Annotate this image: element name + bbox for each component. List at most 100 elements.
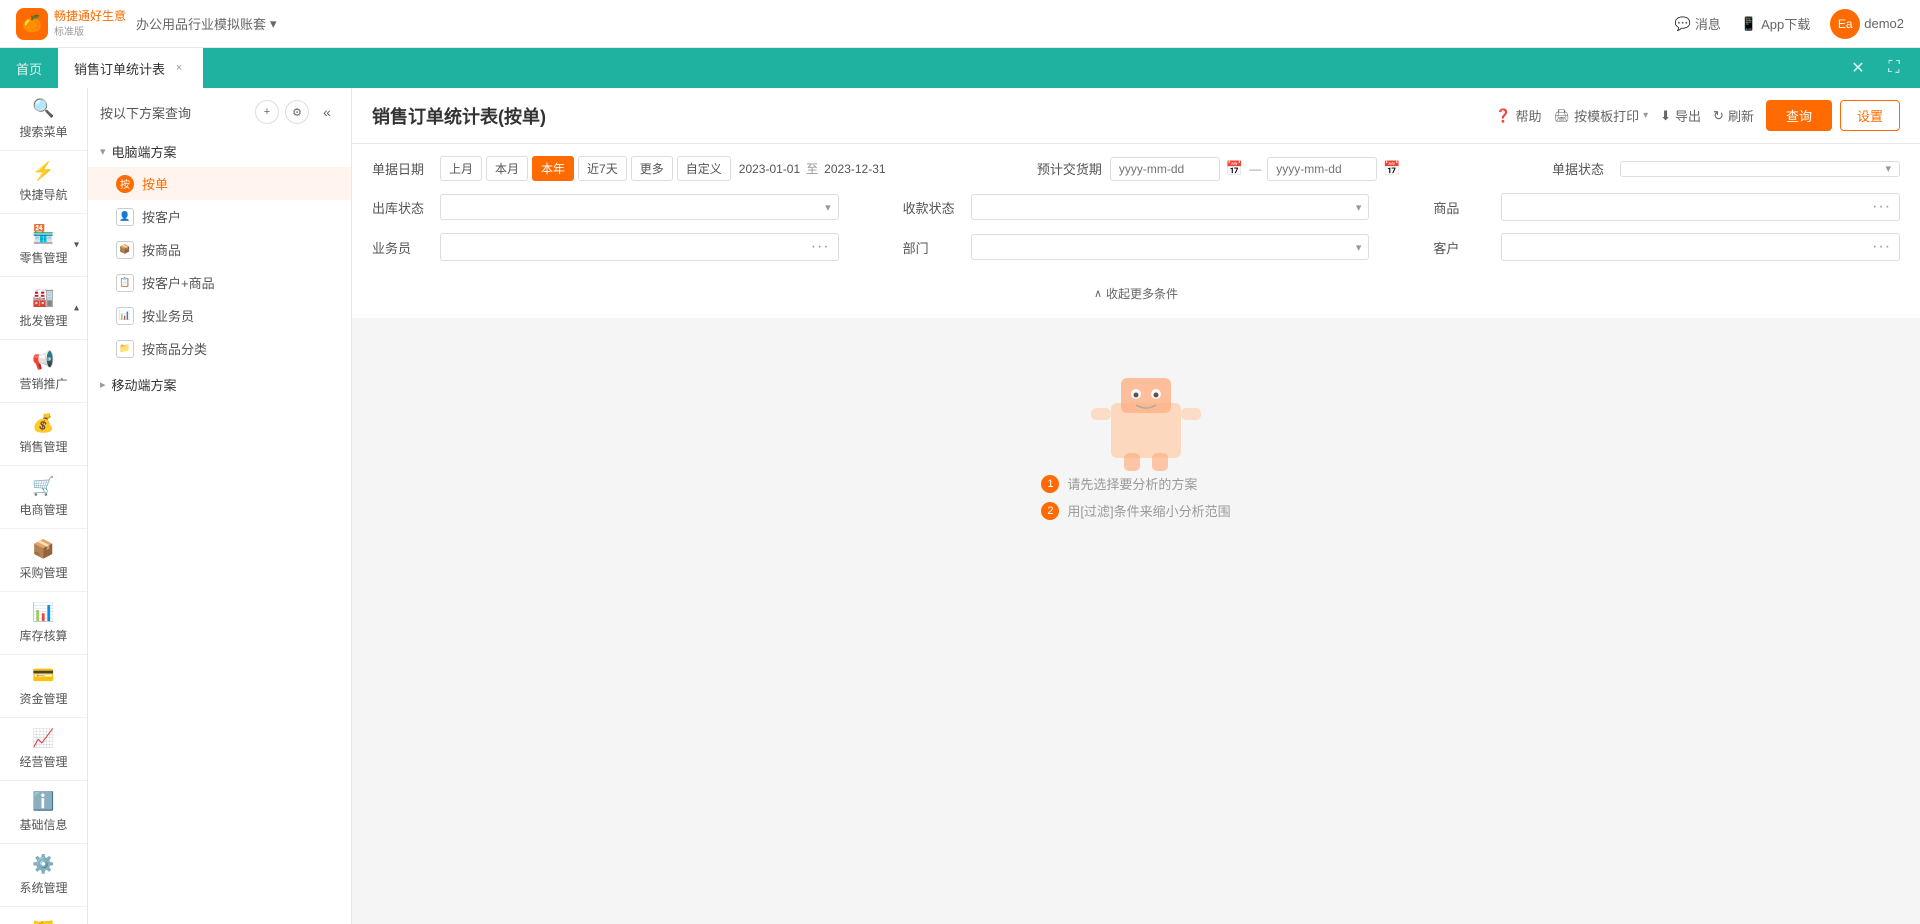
tab-sales-stats[interactable]: 销售订单统计表 × xyxy=(58,48,203,88)
calendar-to-icon[interactable]: 📅 xyxy=(1383,160,1400,177)
status-label: 单据状态 xyxy=(1552,159,1612,178)
export-btn[interactable]: ⬇ 导出 xyxy=(1660,106,1701,125)
ship-status-select[interactable] xyxy=(440,194,839,220)
sidebar-item-system[interactable]: ⚙️ 系统管理 xyxy=(0,844,87,907)
scheme-order[interactable]: 按 按单 xyxy=(88,167,351,200)
salesman-dots-icon[interactable]: ··· xyxy=(811,238,830,256)
sidebar-item-inventory[interactable]: 📊 库存核算 xyxy=(0,592,87,655)
retail-chevron-icon: ▾ xyxy=(74,240,79,251)
dept-label: 部门 xyxy=(903,238,963,257)
sidebar-item-quicknav[interactable]: ⚡ 快捷导航 xyxy=(0,151,87,214)
sidebar-operation-label: 经营管理 xyxy=(19,753,67,770)
sidebar-retail-label: 零售管理 xyxy=(19,249,67,266)
goods-dots-icon[interactable]: ··· xyxy=(1872,198,1891,216)
print-btn[interactable]: 🖨 按模板打印 ▾ xyxy=(1554,106,1649,125)
scheme-goods-label: 按商品 xyxy=(142,240,181,259)
sidebar-item-sales[interactable]: 💰 销售管理 xyxy=(0,403,87,466)
sidebar-item-finance[interactable]: 💳 资金管理 xyxy=(0,655,87,718)
content-scroll: 1 请先选择要分析的方案 2 用[过滤]条件来缩小分析范围 xyxy=(352,318,1920,924)
sidebar-system-label: 系统管理 xyxy=(19,879,67,896)
tab-minimize-btn[interactable]: ✕ xyxy=(1844,54,1872,82)
step-2-icon: 2 xyxy=(1041,502,1059,520)
filter-customer-block: 客户 ··· xyxy=(1433,233,1900,261)
user-menu[interactable]: Ea demo2 xyxy=(1830,9,1904,39)
enterprise-icon: 🤝 xyxy=(32,917,54,924)
scheme-goods-cat[interactable]: 📁 按商品分类 xyxy=(88,332,351,365)
mobile-scheme-header[interactable]: ▸ 移动端方案 xyxy=(88,369,351,400)
search-actions: 查询 设置 xyxy=(1766,100,1900,131)
sidebar-item-enterprise[interactable]: 🤝 企业协同 xyxy=(0,907,87,924)
filter-dept-block: 部门 ▾ xyxy=(903,234,1370,260)
sidebar-item-search[interactable]: 🔍 搜索菜单 xyxy=(0,88,87,151)
scheme-salesman-icon: 📊 xyxy=(116,307,134,325)
wholesale-icon: 🏭 xyxy=(32,287,54,308)
date-shortcuts: 上月 本月 本年 近7天 更多 自定义 xyxy=(440,156,731,181)
mobile-scheme-label: 移动端方案 xyxy=(112,375,177,394)
desktop-scheme-header[interactable]: ▾ 电脑端方案 xyxy=(88,136,351,167)
sidebar-item-operation[interactable]: 📈 经营管理 xyxy=(0,718,87,781)
search-btn[interactable]: 查询 xyxy=(1766,100,1832,131)
quicknav-icon: ⚡ xyxy=(32,161,54,182)
retail-icon: 🏪 xyxy=(32,224,54,245)
this-month-btn[interactable]: 本月 xyxy=(486,156,528,181)
print-chevron-icon: ▾ xyxy=(1643,110,1648,121)
app-download-btn[interactable]: 📱 App下载 xyxy=(1741,14,1810,33)
last7-btn[interactable]: 近7天 xyxy=(578,156,627,181)
scheme-goods[interactable]: 📦 按商品 xyxy=(88,233,351,266)
scheme-salesman[interactable]: 📊 按业务员 xyxy=(88,299,351,332)
status-chevron-icon: ▾ xyxy=(1885,162,1891,175)
scheme-order-icon: 按 xyxy=(116,175,134,193)
panel-collapse-btn[interactable]: « xyxy=(315,100,339,124)
settings-btn[interactable]: 设置 xyxy=(1840,100,1900,131)
sidebar-item-marketing[interactable]: 📢 营销推广 xyxy=(0,340,87,403)
custom-date-btn[interactable]: 自定义 xyxy=(677,156,731,181)
panel-add-btn[interactable]: + xyxy=(255,100,279,124)
mobile-scheme-group: ▸ 移动端方案 xyxy=(88,369,351,400)
empty-state: 1 请先选择要分析的方案 2 用[过滤]条件来缩小分析范围 xyxy=(352,318,1920,560)
expected-date-to-input[interactable] xyxy=(1267,157,1377,181)
tab-close-btn[interactable]: × xyxy=(171,60,187,76)
panel-header: 按以下方案查询 + ⚙ « xyxy=(88,100,351,132)
scheme-customer[interactable]: 👤 按客户 xyxy=(88,200,351,233)
pay-status-select[interactable] xyxy=(971,194,1370,220)
panel-header-icons: + ⚙ « xyxy=(255,100,339,124)
system-icon: ⚙️ xyxy=(32,854,54,875)
page-title: 销售订单统计表(按单) xyxy=(372,103,546,129)
refresh-btn[interactable]: ↻ 刷新 xyxy=(1713,106,1754,125)
customer-label: 客户 xyxy=(1433,238,1493,257)
workspace-selector[interactable]: 办公用品行业模拟账套 ▾ xyxy=(136,14,277,33)
tab-maximize-btn[interactable]: ⛶ xyxy=(1880,54,1908,82)
help-btn[interactable]: ❓ 帮助 xyxy=(1495,106,1541,125)
page-title-row: 销售订单统计表(按单) ❓ 帮助 🖨 按模板打印 ▾ ⬇ xyxy=(372,100,1900,131)
collapse-more-btn[interactable]: ∧ 收起更多条件 xyxy=(1086,277,1186,310)
sidebar-item-ecommerce[interactable]: 🛒 电商管理 xyxy=(0,466,87,529)
logo-text-wrap: 畅捷通好生意 标准版 xyxy=(54,9,126,38)
dept-select[interactable] xyxy=(971,234,1370,260)
message-btn[interactable]: 💬 消息 xyxy=(1675,14,1721,33)
sidebar-item-basic[interactable]: ℹ️ 基础信息 xyxy=(0,781,87,844)
scheme-cust-goods[interactable]: 📋 按客户+商品 xyxy=(88,266,351,299)
filter-row-1: 单据日期 上月 本月 本年 近7天 更多 自定义 2023-01-01 至 xyxy=(372,156,1900,181)
logo-title: 畅捷通好生意 xyxy=(54,9,126,23)
sidebar-item-purchase[interactable]: 📦 采购管理 xyxy=(0,529,87,592)
basic-icon: ℹ️ xyxy=(32,791,54,812)
tab-home[interactable]: 首页 xyxy=(0,48,58,88)
print-label: 按模板打印 xyxy=(1574,106,1639,125)
panel-settings-btn[interactable]: ⚙ xyxy=(285,100,309,124)
last-month-btn[interactable]: 上月 xyxy=(440,156,482,181)
customer-dots-icon[interactable]: ··· xyxy=(1872,238,1891,256)
this-year-btn[interactable]: 本年 xyxy=(532,156,574,181)
right-content: 销售订单统计表(按单) ❓ 帮助 🖨 按模板打印 ▾ ⬇ xyxy=(352,88,1920,924)
more-date-btn[interactable]: 更多 xyxy=(631,156,673,181)
sidebar-item-retail[interactable]: 🏪 零售管理 ▾ xyxy=(0,214,87,277)
expected-date-range: 📅 — 📅 xyxy=(1110,157,1401,181)
scheme-customer-icon: 👤 xyxy=(116,208,134,226)
salesman-label: 业务员 xyxy=(372,238,432,257)
calendar-from-icon[interactable]: 📅 xyxy=(1226,160,1243,177)
expected-date-from-input[interactable] xyxy=(1110,157,1220,181)
export-icon: ⬇ xyxy=(1660,108,1671,124)
sidebar-item-wholesale[interactable]: 🏭 批发管理 ▴ xyxy=(0,277,87,340)
status-value xyxy=(1629,162,1885,176)
logo[interactable]: 🍊 畅捷通好生意 标准版 xyxy=(16,8,126,40)
refresh-label: 刷新 xyxy=(1728,106,1754,125)
